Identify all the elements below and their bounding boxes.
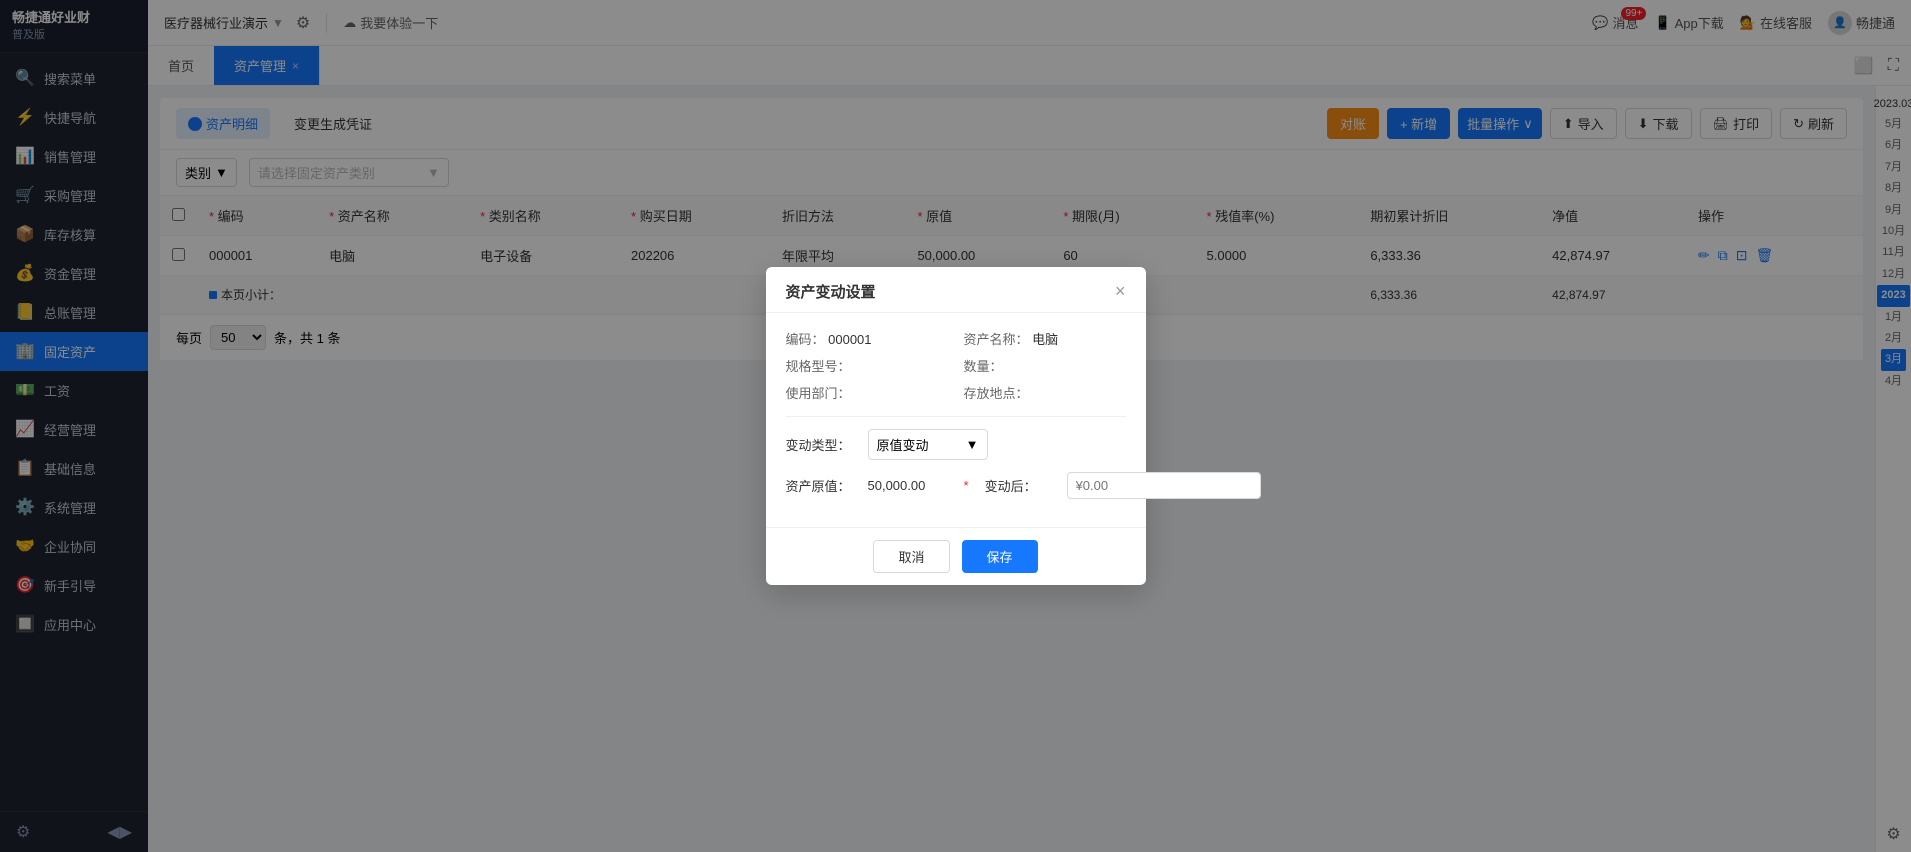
modal-info-grid: 编码： 000001 资产名称： 电脑 规格型号： 数量： 使用部门： — [786, 329, 1126, 402]
modal-change-type-select[interactable]: 原值变动 ▼ — [868, 429, 988, 460]
modal-quantity-item: 数量： — [964, 356, 1126, 375]
modal-after-change-label: 变动后： — [985, 476, 1055, 495]
modal-storage-label: 存放地点： — [964, 386, 1029, 401]
cancel-label: 取消 — [898, 550, 924, 565]
modal-after-change-input[interactable] — [1067, 472, 1261, 499]
modal-overlay: 资产变动设置 × 编码： 000001 资产名称： 电脑 规格型号： 数量： — [0, 0, 1911, 852]
modal-save-button[interactable]: 保存 — [962, 540, 1038, 573]
modal-select-arrow-icon: ▼ — [966, 437, 979, 452]
asset-change-modal: 资产变动设置 × 编码： 000001 资产名称： 电脑 规格型号： 数量： — [766, 267, 1146, 585]
modal-code-item: 编码： 000001 — [786, 329, 948, 348]
modal-department-label: 使用部门： — [786, 386, 851, 401]
modal-original-value-row: 资产原值： 50,000.00 * 变动后： — [786, 472, 1126, 499]
modal-quantity-label: 数量： — [964, 359, 1003, 374]
modal-spec-label: 规格型号： — [786, 359, 851, 374]
modal-title: 资产变动设置 — [786, 281, 876, 302]
modal-name-item: 资产名称： 电脑 — [964, 329, 1126, 348]
modal-name-label: 资产名称： — [964, 332, 1029, 347]
modal-cancel-button[interactable]: 取消 — [873, 540, 949, 573]
modal-footer: 取消 保存 — [766, 527, 1146, 585]
modal-close-button[interactable]: × — [1115, 281, 1126, 302]
modal-code-value: 000001 — [828, 332, 871, 347]
modal-change-type-value: 原值变动 — [877, 435, 929, 454]
modal-body: 编码： 000001 资产名称： 电脑 规格型号： 数量： 使用部门： — [766, 313, 1146, 527]
modal-code-label: 编码： — [786, 332, 825, 347]
save-label: 保存 — [987, 550, 1013, 565]
modal-change-type-row: 变动类型： 原值变动 ▼ — [786, 429, 1126, 460]
modal-original-value-label: 资产原值： — [786, 476, 856, 495]
modal-department-item: 使用部门： — [786, 383, 948, 402]
required-mark: * — [964, 478, 969, 493]
modal-storage-item: 存放地点： — [964, 383, 1126, 402]
modal-header: 资产变动设置 × — [766, 267, 1146, 313]
modal-original-value: 50,000.00 — [868, 478, 948, 493]
modal-divider — [786, 416, 1126, 417]
modal-change-type-label: 变动类型： — [786, 435, 856, 454]
modal-name-value: 电脑 — [1032, 332, 1058, 347]
modal-spec-item: 规格型号： — [786, 356, 948, 375]
